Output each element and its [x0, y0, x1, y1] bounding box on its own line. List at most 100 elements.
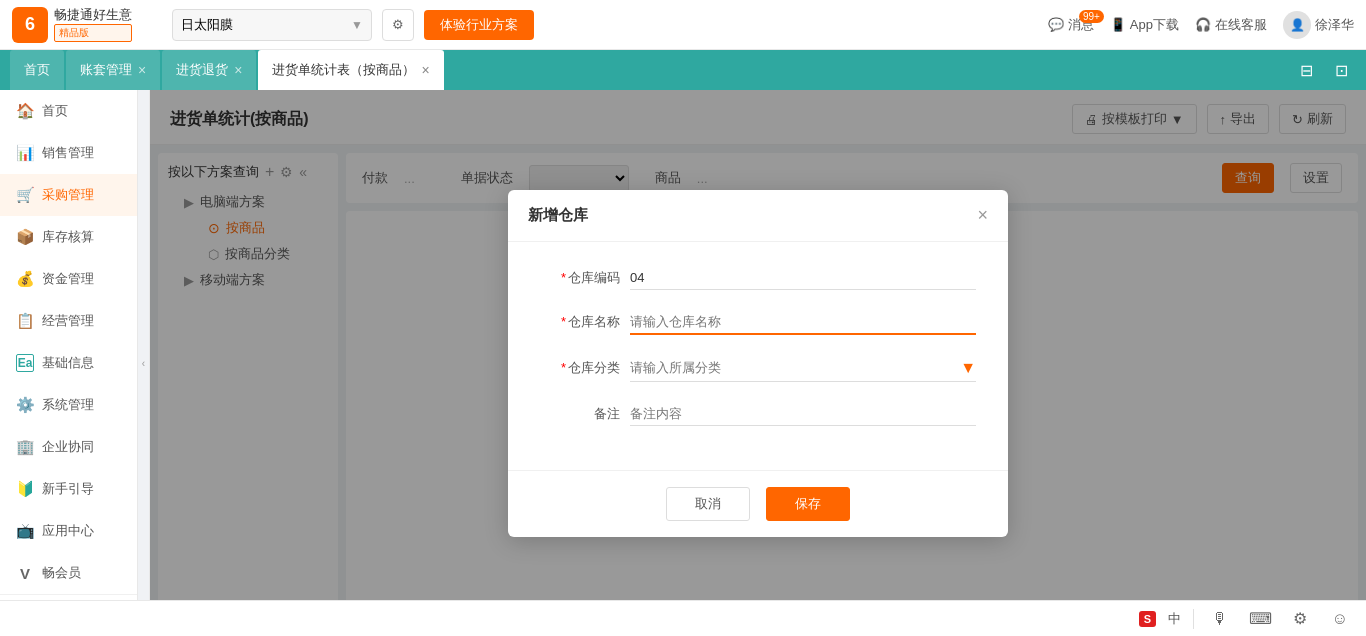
form-row-category: 仓库分类 ▼: [540, 355, 976, 382]
chinese-input-label[interactable]: 中: [1168, 610, 1181, 628]
warehouse-remark-input[interactable]: [630, 402, 976, 426]
vip-icon: V: [16, 564, 34, 582]
guide-icon: 🔰: [16, 480, 34, 498]
sidebar: 🏠 首页 📊 销售管理 🛒 采购管理 📦 库存核算 💰 资金管理 📋 经营管理 …: [0, 90, 150, 636]
modal-header: 新增仓库 ×: [508, 190, 1008, 242]
emoticon-icon[interactable]: ☺: [1326, 605, 1354, 633]
sidebar-item-system[interactable]: ⚙️ 系统管理: [0, 384, 149, 426]
tab-home-label: 首页: [24, 61, 50, 79]
phone-icon: 📱: [1110, 17, 1126, 32]
form-name-label: 仓库名称: [540, 313, 620, 331]
search-bar[interactable]: ▼: [172, 9, 372, 41]
sidebar-home-label: 首页: [42, 102, 68, 120]
home-icon: 🏠: [16, 102, 34, 120]
save-button[interactable]: 保存: [766, 487, 850, 521]
sidebar-item-purchase[interactable]: 🛒 采购管理: [0, 174, 149, 216]
tab-account-close[interactable]: ×: [138, 62, 146, 78]
sidebar-item-guide[interactable]: 🔰 新手引导: [0, 468, 149, 510]
logo-line1: 畅捷通好生意: [54, 7, 132, 24]
message-icon: 💬: [1048, 17, 1064, 32]
search-input[interactable]: [181, 17, 351, 32]
warehouse-name-input[interactable]: [630, 310, 976, 335]
gear-button[interactable]: ⚙: [382, 9, 414, 41]
sidebar-purchase-label: 采购管理: [42, 186, 94, 204]
sidebar-enterprise-label: 企业协同: [42, 438, 94, 456]
divider1: [1193, 609, 1194, 629]
tab-account-label: 账套管理: [80, 61, 132, 79]
form-code-label: 仓库编码: [540, 269, 620, 287]
main-layout: 🏠 首页 📊 销售管理 🛒 采购管理 📦 库存核算 💰 资金管理 📋 经营管理 …: [0, 90, 1366, 636]
sidebar-vip-label: 畅会员: [42, 564, 81, 582]
trial-button[interactable]: 体验行业方案: [424, 10, 534, 40]
category-select-input[interactable]: [630, 360, 960, 375]
tab-bar: 首页 账套管理 × 进货退货 × 进货单统计表（按商品） × ⊟ ⊡: [0, 50, 1366, 90]
sidebar-inventory-label: 库存核算: [42, 228, 94, 246]
mic-icon[interactable]: 🎙: [1206, 605, 1234, 633]
modal-footer: 取消 保存: [508, 470, 1008, 537]
sidebar-guide-label: 新手引导: [42, 480, 94, 498]
username: 徐泽华: [1315, 16, 1354, 34]
top-header: 6 畅捷通好生意 精品版 ▼ ⚙ 体验行业方案 💬 消息 99+ 📱 App下载…: [0, 0, 1366, 50]
tab-purchase-return-close[interactable]: ×: [234, 62, 242, 78]
modal-body: 仓库编码 仓库名称 仓库分类 ▼: [508, 242, 1008, 470]
tab-home[interactable]: 首页: [10, 50, 64, 90]
sidebar-item-basic[interactable]: Ea 基础信息: [0, 342, 149, 384]
form-category-label: 仓库分类: [540, 359, 620, 377]
inventory-icon: 📦: [16, 228, 34, 246]
modal-close-button[interactable]: ×: [977, 206, 988, 224]
tab-purchase-return[interactable]: 进货退货 ×: [162, 50, 256, 90]
user-item[interactable]: 👤 徐泽华: [1283, 11, 1354, 39]
sidebar-item-home[interactable]: 🏠 首页: [0, 90, 149, 132]
purchase-icon: 🛒: [16, 186, 34, 204]
form-row-name: 仓库名称: [540, 310, 976, 335]
apps-icon: 📺: [16, 522, 34, 540]
sidebar-item-apps[interactable]: 📺 应用中心: [0, 510, 149, 552]
sidebar-apps-label: 应用中心: [42, 522, 94, 540]
settings-icon[interactable]: ⚙: [1286, 605, 1314, 633]
sidebar-system-label: 系统管理: [42, 396, 94, 414]
keyboard-icon[interactable]: ⌨: [1246, 605, 1274, 633]
sidebar-item-management[interactable]: 📋 经营管理: [0, 300, 149, 342]
system-icon: ⚙️: [16, 396, 34, 414]
s-badge: S: [1139, 611, 1156, 627]
management-icon: 📋: [16, 312, 34, 330]
app-label: App下载: [1130, 16, 1179, 34]
message-item[interactable]: 💬 消息 99+: [1048, 16, 1094, 34]
service-label: 在线客服: [1215, 16, 1267, 34]
sidebar-item-vip[interactable]: V 畅会员: [0, 552, 149, 594]
tab-maximize-button[interactable]: ⊡: [1327, 57, 1356, 84]
modal-overlay: 新增仓库 × 仓库编码 仓库名称 仓库分类: [150, 90, 1366, 636]
tab-account[interactable]: 账套管理 ×: [66, 50, 160, 90]
sidebar-item-enterprise[interactable]: 🏢 企业协同: [0, 426, 149, 468]
cancel-button[interactable]: 取消: [666, 487, 750, 521]
sidebar-sales-label: 销售管理: [42, 144, 94, 162]
modal-title: 新增仓库: [528, 206, 588, 225]
sidebar-item-inventory[interactable]: 📦 库存核算: [0, 216, 149, 258]
finance-icon: 💰: [16, 270, 34, 288]
sidebar-item-finance[interactable]: 💰 资金管理: [0, 258, 149, 300]
sidebar-basic-label: 基础信息: [42, 354, 94, 372]
form-category-select[interactable]: ▼: [630, 355, 976, 382]
sales-icon: 📊: [16, 144, 34, 162]
tab-minimize-button[interactable]: ⊟: [1292, 57, 1321, 84]
sidebar-management-label: 经营管理: [42, 312, 94, 330]
tab-stats-close[interactable]: ×: [421, 62, 429, 78]
warehouse-code-input[interactable]: [630, 266, 976, 290]
sidebar-finance-label: 资金管理: [42, 270, 94, 288]
basic-icon: Ea: [16, 354, 34, 372]
message-badge: 99+: [1079, 10, 1104, 23]
logo-area: 6 畅捷通好生意 精品版: [12, 7, 162, 43]
form-remark-label: 备注: [540, 405, 620, 423]
chevron-down-icon: ▼: [351, 18, 363, 32]
app-download-item[interactable]: 📱 App下载: [1110, 16, 1179, 34]
form-row-remark: 备注: [540, 402, 976, 426]
sidebar-item-sales[interactable]: 📊 销售管理: [0, 132, 149, 174]
sidebar-collapse-button[interactable]: ‹: [137, 90, 149, 636]
tab-stats[interactable]: 进货单统计表（按商品） ×: [258, 50, 443, 90]
form-row-code: 仓库编码: [540, 266, 976, 290]
bottom-bar: S 中 🎙 ⌨ ⚙ ☺: [0, 600, 1366, 636]
online-service-item[interactable]: 🎧 在线客服: [1195, 16, 1267, 34]
category-chevron-icon: ▼: [960, 359, 976, 377]
headset-icon: 🎧: [1195, 17, 1211, 32]
tab-bar-actions: ⊟ ⊡: [1292, 50, 1356, 90]
